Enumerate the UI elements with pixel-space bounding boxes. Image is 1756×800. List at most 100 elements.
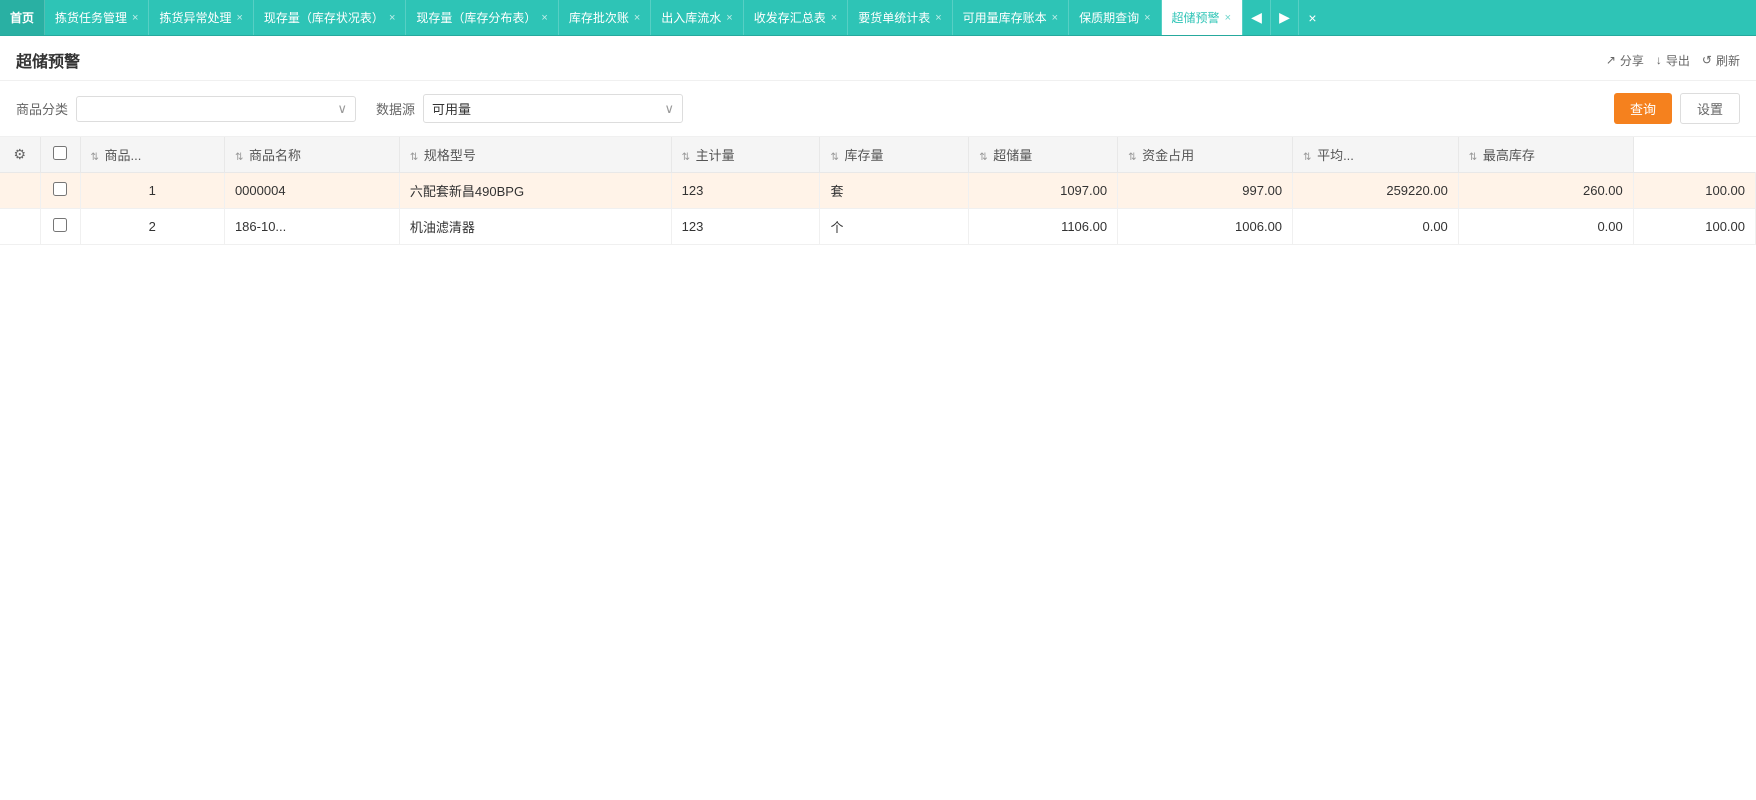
page-header: 超储预警 ↗ 分享 ↓ 导出 ↺ 刷新 bbox=[0, 36, 1756, 81]
inout-flow-close[interactable]: × bbox=[726, 12, 732, 24]
topbar-close-btn[interactable]: × bbox=[1298, 0, 1326, 35]
topbar-task-mgmt[interactable]: 拣货任务管理 × bbox=[45, 0, 149, 35]
row-unit: 套 bbox=[820, 173, 969, 209]
page-content: 超储预警 ↗ 分享 ↓ 导出 ↺ 刷新 商品分类 ∨ 数据源 bbox=[0, 36, 1756, 800]
max-stock-col-label: 最高库存 bbox=[1483, 148, 1535, 163]
datasource-filter-group: 数据源 可用量 ∨ bbox=[376, 94, 683, 123]
col-spec-header[interactable]: ⇅ 规格型号 bbox=[399, 137, 671, 173]
table-body: 1 0000004 六配套新昌490BPG 123 套 1097.00 997.… bbox=[0, 173, 1756, 245]
inout-flow-label: 出入库流水 bbox=[661, 9, 721, 26]
row-overstock-qty: 1006.00 bbox=[1118, 209, 1293, 245]
topbar-inout-flow[interactable]: 出入库流水 × bbox=[651, 0, 743, 35]
row-product-name: 机油滤清器 bbox=[399, 209, 671, 245]
topbar-stock-status[interactable]: 现存量（库存状况表） × bbox=[254, 0, 406, 35]
topbar-quality-check[interactable]: 保质期查询 × bbox=[1069, 0, 1161, 35]
stock-qty-col-label: 库存量 bbox=[844, 148, 883, 163]
category-select[interactable]: ∨ bbox=[76, 96, 356, 122]
stock-status-close[interactable]: × bbox=[389, 12, 395, 24]
col-avg-header[interactable]: ⇅ 平均... bbox=[1293, 137, 1459, 173]
capital-usage-sort-icon[interactable]: ⇅ bbox=[1128, 152, 1136, 163]
stock-dist-label: 现存量（库存分布表） bbox=[416, 9, 536, 26]
col-product-name-header[interactable]: ⇅ 商品名称 bbox=[224, 137, 399, 173]
settings-button[interactable]: 设置 bbox=[1680, 93, 1740, 124]
row-capital-usage: 259220.00 bbox=[1293, 173, 1459, 209]
row-settings-cell bbox=[0, 173, 40, 209]
prev-icon: ◀ bbox=[1251, 9, 1262, 26]
col-capital-usage-header[interactable]: ⇅ 资金占用 bbox=[1118, 137, 1293, 173]
topbar-home[interactable]: 首页 bbox=[0, 0, 45, 35]
home-label: 首页 bbox=[10, 9, 34, 26]
category-filter-group: 商品分类 ∨ bbox=[16, 96, 356, 122]
row-settings-cell bbox=[0, 209, 40, 245]
col-product-code-header[interactable]: ⇅ 商品... bbox=[80, 137, 224, 173]
product-name-sort-icon[interactable]: ⇅ bbox=[235, 152, 243, 163]
row-capital-usage: 0.00 bbox=[1293, 209, 1459, 245]
row-num-cell: 2 bbox=[80, 209, 224, 245]
batch-account-label: 库存批次账 bbox=[569, 9, 629, 26]
abnormal-label: 拣货异常处理 bbox=[159, 9, 231, 26]
share-button[interactable]: ↗ 分享 bbox=[1606, 52, 1644, 69]
avg-sort-icon[interactable]: ⇅ bbox=[1303, 152, 1311, 163]
filter-actions: 查询 设置 bbox=[1614, 93, 1740, 124]
quality-check-label: 保质期查询 bbox=[1079, 9, 1139, 26]
batch-account-close[interactable]: × bbox=[634, 12, 640, 24]
topbar-available-account[interactable]: 可用量库存账本 × bbox=[953, 0, 1069, 35]
row-checkbox[interactable] bbox=[53, 218, 67, 232]
topbar-order-stats[interactable]: 要货单统计表 × bbox=[848, 0, 952, 35]
topbar-overstock-warn[interactable]: 超储预警 × bbox=[1162, 0, 1242, 35]
row-checkbox-cell[interactable] bbox=[40, 173, 80, 209]
available-account-close[interactable]: × bbox=[1052, 12, 1058, 24]
col-overstock-qty-header[interactable]: ⇅ 超储量 bbox=[969, 137, 1118, 173]
page-title: 超储预警 bbox=[16, 48, 80, 72]
row-stock-qty: 1106.00 bbox=[969, 209, 1118, 245]
topbar-next-btn[interactable]: ▶ bbox=[1270, 0, 1298, 35]
filter-area: 商品分类 ∨ 数据源 可用量 ∨ 查询 设置 bbox=[0, 81, 1756, 137]
query-button[interactable]: 查询 bbox=[1614, 93, 1672, 124]
select-all-checkbox[interactable] bbox=[53, 146, 67, 160]
stock-dist-close[interactable]: × bbox=[541, 12, 547, 24]
share-label: 分享 bbox=[1620, 52, 1644, 69]
topbar-stock-dist[interactable]: 现存量（库存分布表） × bbox=[406, 0, 558, 35]
table-row: 1 0000004 六配套新昌490BPG 123 套 1097.00 997.… bbox=[0, 173, 1756, 209]
task-mgmt-close[interactable]: × bbox=[132, 12, 138, 24]
topbar-batch-account[interactable]: 库存批次账 × bbox=[559, 0, 651, 35]
order-stats-label: 要货单统计表 bbox=[858, 9, 930, 26]
col-unit-header[interactable]: ⇅ 主计量 bbox=[671, 137, 820, 173]
row-unit: 个 bbox=[820, 209, 969, 245]
avg-col-label: 平均... bbox=[1317, 148, 1354, 163]
row-checkbox[interactable] bbox=[53, 182, 67, 196]
overstock-qty-sort-icon[interactable]: ⇅ bbox=[979, 152, 987, 163]
row-product-code: 0000004 bbox=[224, 173, 399, 209]
datasource-select[interactable]: 可用量 ∨ bbox=[423, 94, 683, 123]
col-checkbox-header[interactable] bbox=[40, 137, 80, 173]
unit-sort-icon[interactable]: ⇅ bbox=[682, 152, 690, 163]
row-max-stock: 100.00 bbox=[1633, 209, 1755, 245]
topbar-collect-summary[interactable]: 收发存汇总表 × bbox=[744, 0, 848, 35]
overstock-warn-close[interactable]: × bbox=[1225, 12, 1231, 24]
topbar-prev-btn[interactable]: ◀ bbox=[1242, 0, 1270, 35]
stock-qty-sort-icon[interactable]: ⇅ bbox=[830, 152, 838, 163]
col-stock-qty-header[interactable]: ⇅ 库存量 bbox=[820, 137, 969, 173]
table-header-row: ⚙ ⇅ 商品... ⇅ 商品名称 ⇅ 规格型号 bbox=[0, 137, 1756, 173]
settings-gear-icon[interactable]: ⚙ bbox=[13, 146, 26, 162]
product-code-sort-icon[interactable]: ⇅ bbox=[91, 152, 99, 163]
row-checkbox-cell[interactable] bbox=[40, 209, 80, 245]
row-max-stock: 100.00 bbox=[1633, 173, 1755, 209]
topbar-abnormal[interactable]: 拣货异常处理 × bbox=[149, 0, 253, 35]
col-settings-header[interactable]: ⚙ bbox=[0, 137, 40, 173]
order-stats-close[interactable]: × bbox=[935, 12, 941, 24]
max-stock-sort-icon[interactable]: ⇅ bbox=[1469, 152, 1477, 163]
row-spec: 123 bbox=[671, 209, 820, 245]
col-max-stock-header[interactable]: ⇅ 最高库存 bbox=[1458, 137, 1633, 173]
row-stock-qty: 1097.00 bbox=[969, 173, 1118, 209]
task-mgmt-label: 拣货任务管理 bbox=[55, 9, 127, 26]
collect-summary-close[interactable]: × bbox=[831, 12, 837, 24]
abnormal-close[interactable]: × bbox=[236, 12, 242, 24]
refresh-button[interactable]: ↺ 刷新 bbox=[1702, 52, 1740, 69]
row-num-cell: 1 bbox=[80, 173, 224, 209]
export-button[interactable]: ↓ 导出 bbox=[1656, 52, 1690, 69]
spec-sort-icon[interactable]: ⇅ bbox=[410, 152, 418, 163]
next-icon: ▶ bbox=[1279, 9, 1290, 26]
quality-check-close[interactable]: × bbox=[1144, 12, 1150, 24]
capital-usage-col-label: 资金占用 bbox=[1142, 148, 1194, 163]
